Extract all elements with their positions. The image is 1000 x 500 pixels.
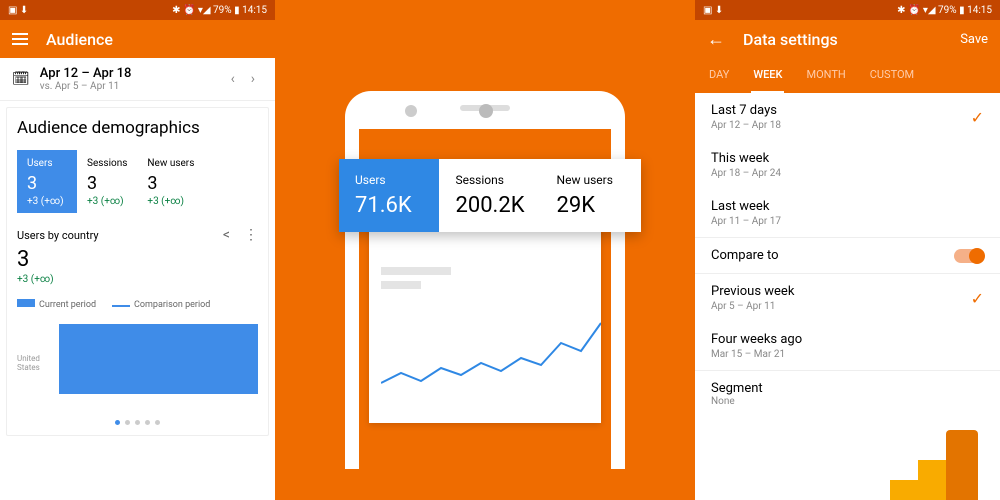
status-left: ▣ ⬇ [8, 5, 28, 16]
tab-month[interactable]: MONTH [804, 58, 847, 93]
metric-value: 200.2K [455, 193, 524, 218]
range-label: Previous week [711, 284, 971, 299]
range-label: Last week [711, 199, 984, 214]
date-range-row[interactable]: 🗓 Apr 12 – Apr 18 vs. Apr 5 – Apr 11 ‹ › [0, 58, 275, 101]
skeleton-line [381, 267, 451, 275]
calendar-icon: 🗓 [12, 71, 30, 87]
subsection-title: Users by country [17, 229, 209, 242]
metric-label: Sessions [455, 173, 524, 187]
toggle-switch[interactable] [954, 249, 984, 263]
promo-metric: Sessions 200.2K [439, 159, 540, 232]
tab-week[interactable]: WEEK [751, 58, 784, 93]
metric-value: 3 [87, 173, 127, 194]
date-range: Apr 12 – Apr 18 [40, 66, 223, 81]
menu-icon[interactable] [12, 33, 28, 45]
range-label: Last 7 days [711, 103, 971, 118]
phone-sensor [405, 105, 417, 117]
save-button[interactable]: Save [960, 32, 988, 47]
metric-label: New users [557, 173, 625, 187]
range-option[interactable]: Last 7 days Apr 12 – Apr 18✓ [695, 93, 1000, 141]
range-option[interactable]: Four weeks ago Mar 15 – Mar 21 [695, 322, 1000, 370]
tab-custom[interactable]: CUSTOM [868, 58, 916, 93]
metric-value: 3 [147, 173, 194, 194]
more-icon[interactable]: ⋮ [244, 227, 258, 243]
metric-label: Users [355, 173, 423, 187]
metric-tab[interactable]: Users 3 +3 (+∞) [17, 150, 77, 213]
card-title: Audience demographics [17, 118, 258, 138]
page-indicator[interactable] [17, 420, 258, 425]
phone-mockup: Users 71.6K Sessions 200.2K New users 29K [345, 91, 625, 469]
segment-row[interactable]: Segment None [695, 370, 1000, 417]
app-bar: Audience [0, 20, 275, 58]
legend-compare: Comparison period [134, 300, 210, 310]
tab-day[interactable]: DAY [707, 58, 731, 93]
status-right: ✱ ⏰ ▾◢ 79% ▮ 14:15 [172, 5, 267, 16]
metric-tab[interactable]: Sessions 3 +3 (+∞) [77, 150, 137, 213]
metric-label: Sessions [87, 158, 127, 169]
range-label: This week [711, 151, 984, 166]
page-title: Data settings [743, 30, 960, 49]
metric-delta: +3 (+∞) [147, 196, 194, 207]
promo-panel: Users 71.6K Sessions 200.2K New users 29K [275, 0, 695, 500]
segment-value: None [711, 396, 984, 407]
back-icon[interactable]: ← [707, 29, 725, 50]
range-label: Four weeks ago [711, 332, 984, 347]
metric-value: 71.6K [355, 193, 423, 218]
check-icon: ✓ [971, 289, 984, 308]
audience-screen: ▣ ⬇ ✱ ⏰ ▾◢ 79% ▮ 14:15 Audience 🗓 Apr 12… [0, 0, 275, 500]
check-icon: ✓ [971, 108, 984, 127]
page-title: Audience [46, 30, 263, 49]
compare-toggle-row[interactable]: Compare to [695, 237, 1000, 274]
demographics-card: Audience demographics Users3+3 (+∞)Sessi… [6, 107, 269, 436]
metric-value: 29K [557, 193, 625, 218]
range-option[interactable]: Previous week Apr 5 – Apr 11✓ [695, 274, 1000, 322]
metric-delta: +3 (+∞) [87, 196, 127, 207]
promo-metric: New users 29K [541, 159, 641, 232]
status-bar: ▣ ⬇ ✱ ⏰ ▾◢ 79% ▮ 14:15 [695, 0, 1000, 20]
range-sub: Apr 12 – Apr 18 [711, 120, 971, 131]
metric-tabs: Users 3 +3 (+∞) Sessions 3 +3 (+∞) New users 3 +… [17, 150, 258, 213]
status-right: ✱ ⏰ ▾◢ 79% ▮ 14:15 [897, 5, 992, 16]
date-range-compare: vs. Apr 5 – Apr 11 [40, 81, 223, 92]
range-sub: Apr 5 – Apr 11 [711, 301, 971, 312]
chevron-right-icon[interactable]: › [243, 71, 263, 87]
analytics-logo [890, 420, 990, 500]
metric-label: New users [147, 158, 194, 169]
promo-metric: Users 71.6K [339, 159, 439, 232]
status-bar: ▣ ⬇ ✱ ⏰ ▾◢ 79% ▮ 14:15 [0, 0, 275, 20]
chevron-left-icon[interactable]: ‹ [223, 71, 243, 87]
metric-delta: +3 (+∞) [27, 196, 67, 207]
line-chart [381, 313, 601, 403]
range-tabs: DAY WEEK MONTH CUSTOM [695, 58, 1000, 93]
compare-label: Compare to [711, 248, 954, 263]
chart-y-label: United States [17, 318, 59, 408]
skeleton-line [381, 281, 421, 289]
metric-tab[interactable]: New users 3 +3 (+∞) [137, 150, 204, 213]
range-sub: Mar 15 – Mar 21 [711, 349, 984, 360]
status-left: ▣ ⬇ [703, 5, 723, 16]
range-sub: Apr 18 – Apr 24 [711, 168, 984, 179]
country-bar-chart: United States [17, 318, 258, 408]
range-option[interactable]: Last week Apr 11 – Apr 17 [695, 189, 1000, 237]
range-option[interactable]: This week Apr 18 – Apr 24 [695, 141, 1000, 189]
chart-legend: Current period Comparison period [17, 299, 258, 310]
promo-metrics: Users 71.6K Sessions 200.2K New users 29K [339, 159, 641, 232]
data-settings-screen: ▣ ⬇ ✱ ⏰ ▾◢ 79% ▮ 14:15 ← Data settings S… [695, 0, 1000, 500]
share-icon[interactable]: < [223, 227, 230, 243]
metric-value: 3 [27, 173, 67, 194]
phone-camera [479, 104, 493, 118]
country-users-delta: +3 (+∞) [17, 274, 258, 285]
chart-bar [59, 324, 258, 394]
segment-label: Segment [711, 381, 984, 396]
country-users-value: 3 [17, 247, 258, 272]
range-sub: Apr 11 – Apr 17 [711, 216, 984, 227]
app-bar: ← Data settings Save [695, 20, 1000, 58]
legend-current: Current period [39, 300, 96, 310]
metric-label: Users [27, 158, 67, 169]
